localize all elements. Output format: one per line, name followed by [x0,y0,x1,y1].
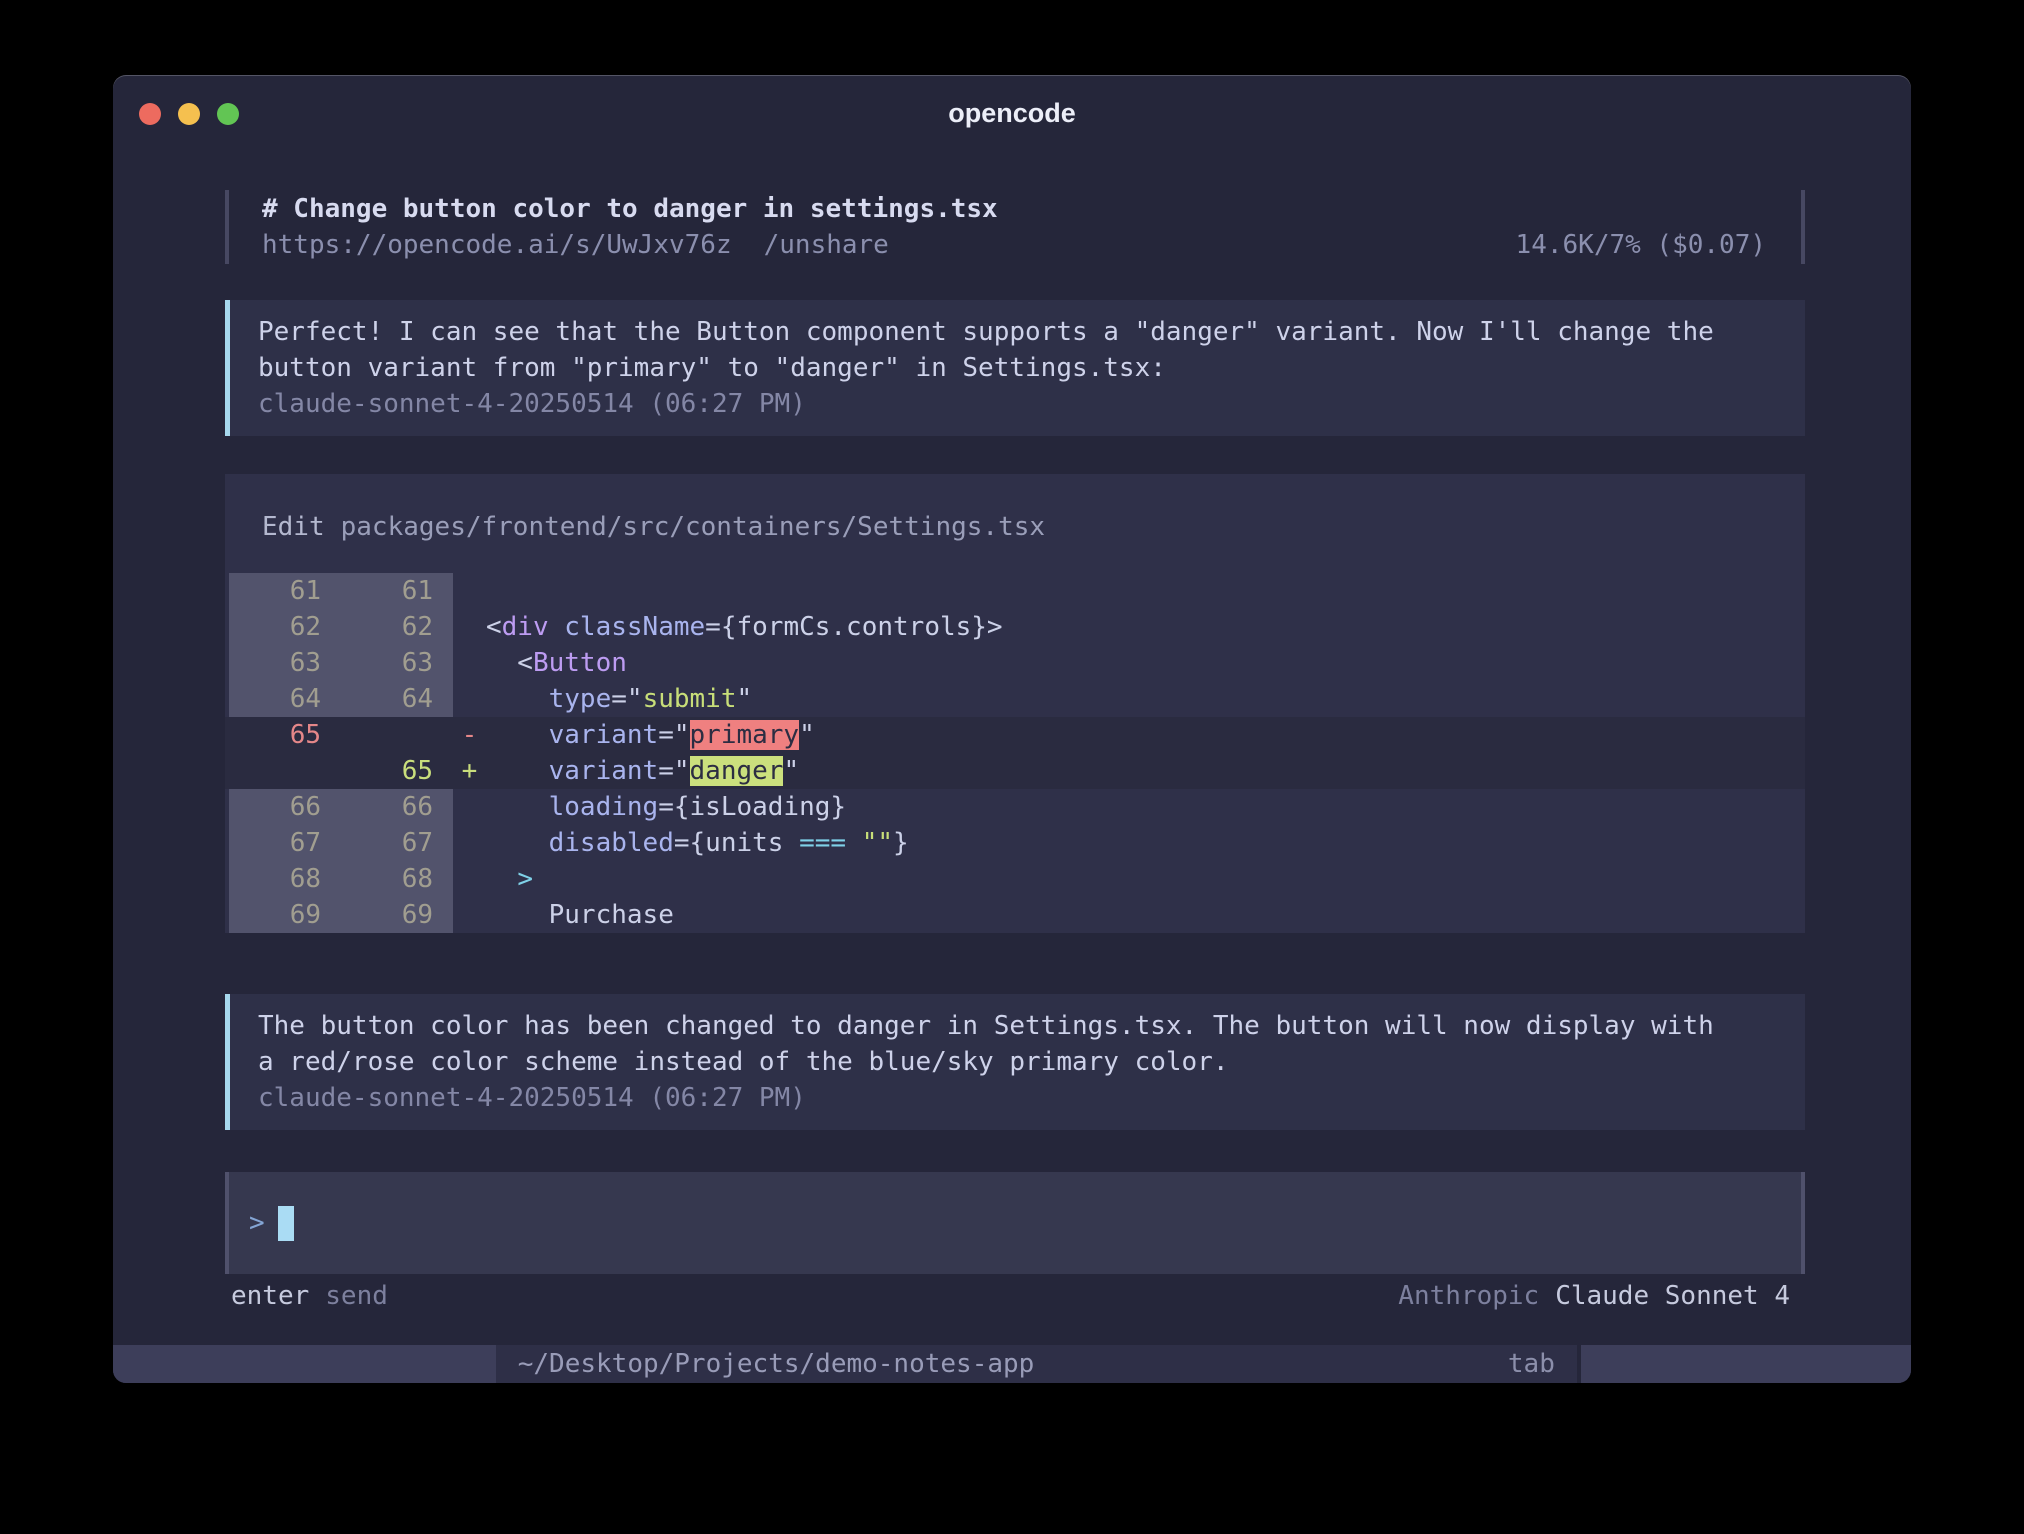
diff-code-line: variant="danger" [486,753,799,789]
message-meta: claude-sonnet-4-20250514 (06:27 PM) [258,386,1775,422]
message-line: The button color has been changed to dan… [258,1008,1775,1044]
send-hint-key: enter [231,1281,309,1311]
text-cursor [278,1206,294,1241]
diff-sign: + [453,753,486,789]
diff-row: 6262 <div className={formCs.controls}> [225,609,1805,645]
diff-code-line: > [486,861,533,897]
diff-row: 6363 <Button [225,645,1805,681]
diff-old-line-number: 61 [229,573,341,609]
diff-sign [453,573,486,609]
edit-tool-action: Edit [262,512,325,542]
diff-table: 61616262 <div className={formCs.controls}… [225,573,1805,933]
titlebar: opencode [113,75,1911,153]
main-content: # Change button color to danger in setti… [113,153,1911,1314]
diff-code-line: type="submit" [486,681,752,717]
diff-sign [453,645,486,681]
edit-tool-block: Edit packages/frontend/src/containers/Set… [225,474,1805,933]
hint-row: enter send Anthropic Claude Sonnet 4 [225,1278,1805,1314]
model-indicator: Anthropic Claude Sonnet 4 [1398,1278,1790,1314]
session-title: # Change button color to danger in setti… [262,191,1766,227]
tab-key-hint: tab [1508,1345,1555,1383]
diff-row: 65 - variant="primary" [225,717,1805,753]
diff-new-line-number [341,717,453,753]
edit-tool-filepath: packages/frontend/src/containers/Setting… [341,512,1045,542]
diff-old-line-number: 62 [229,609,341,645]
diff-row: 6464 type="submit" [225,681,1805,717]
diff-code-line: loading={isLoading} [486,789,846,825]
diff-new-line-number: 61 [341,573,453,609]
diff-row: 6767 disabled={units === ""} [225,825,1805,861]
diff-old-line-number: 63 [229,645,341,681]
context-stats: 14.6K/7% ($0.07) [1516,227,1766,263]
opencode-window: opencode # Change button color to danger… [113,75,1911,1383]
diff-old-line-number: 66 [229,789,341,825]
model-name: Claude Sonnet 4 [1555,1281,1790,1311]
share-url-group: https://opencode.ai/s/UwJxv76z/unshare [262,227,889,263]
mode-toggle[interactable]: BUILDMODE [1581,1345,1911,1383]
diff-new-line-number: 62 [341,609,453,645]
diff-new-line-number: 65 [341,753,453,789]
diff-code-line: <Button [486,645,627,681]
diff-new-line-number: 69 [341,897,453,933]
unshare-command[interactable]: /unshare [764,230,889,260]
model-provider: Anthropic [1398,1281,1539,1311]
diff-old-line-number: 67 [229,825,341,861]
message-line: button variant from "primary" to "danger… [258,350,1775,386]
assistant-message: The button color has been changed to dan… [225,994,1805,1130]
send-hint: enter send [231,1278,388,1314]
diff-sign [453,861,486,897]
diff-row: 6161 [225,573,1805,609]
app-version-chip: opencodev0.3.11 [113,1345,496,1383]
diff-sign: - [453,717,486,753]
diff-sign [453,825,486,861]
diff-sign [453,897,486,933]
assistant-message: Perfect! I can see that the Button compo… [225,300,1805,436]
prompt-symbol: > [249,1208,265,1238]
prompt-input[interactable]: > [225,1172,1805,1274]
message-meta: claude-sonnet-4-20250514 (06:27 PM) [258,1080,1775,1116]
status-bar: opencodev0.3.11 ~/Desktop/Projects/demo-… [113,1345,1911,1383]
diff-sign [453,789,486,825]
diff-new-line-number: 67 [341,825,453,861]
window-title: opencode [113,75,1911,151]
diff-old-line-number: 65 [229,717,341,753]
diff-row: 6868 > [225,861,1805,897]
diff-row: 6969 Purchase [225,897,1805,933]
diff-sign [453,609,486,645]
diff-row: 6666 loading={isLoading} [225,789,1805,825]
message-lines: The button color has been changed to dan… [258,1008,1775,1080]
diff-old-line-number: 64 [229,681,341,717]
message-lines: Perfect! I can see that the Button compo… [258,314,1775,386]
working-directory: ~/Desktop/Projects/demo-notes-app [518,1345,1035,1383]
diff-new-line-number: 64 [341,681,453,717]
share-url[interactable]: https://opencode.ai/s/UwJxv76z [262,230,732,260]
diff-new-line-number: 66 [341,789,453,825]
diff-code-line: <div className={formCs.controls}> [486,609,1003,645]
session-subheader: https://opencode.ai/s/UwJxv76z/unshare 1… [262,227,1766,263]
diff-new-line-number: 63 [341,645,453,681]
diff-row: 65+ variant="danger" [225,753,1805,789]
session-header: # Change button color to danger in setti… [225,190,1805,264]
diff-sign [453,681,486,717]
diff-new-line-number: 68 [341,861,453,897]
diff-old-line-number: 69 [229,897,341,933]
diff-old-line-number: 68 [229,861,341,897]
diff-code-line: Purchase [486,897,674,933]
status-bar-right: tab BUILDMODE [1508,1345,1911,1383]
diff-code-line: disabled={units === ""} [486,825,909,861]
send-hint-action: send [325,1281,388,1311]
diff-old-line-number [229,753,341,789]
diff-code-line: variant="primary" [486,717,815,753]
message-line: Perfect! I can see that the Button compo… [258,314,1775,350]
edit-tool-header: Edit packages/frontend/src/containers/Set… [225,474,1805,573]
message-line: a red/rose color scheme instead of the b… [258,1044,1775,1080]
